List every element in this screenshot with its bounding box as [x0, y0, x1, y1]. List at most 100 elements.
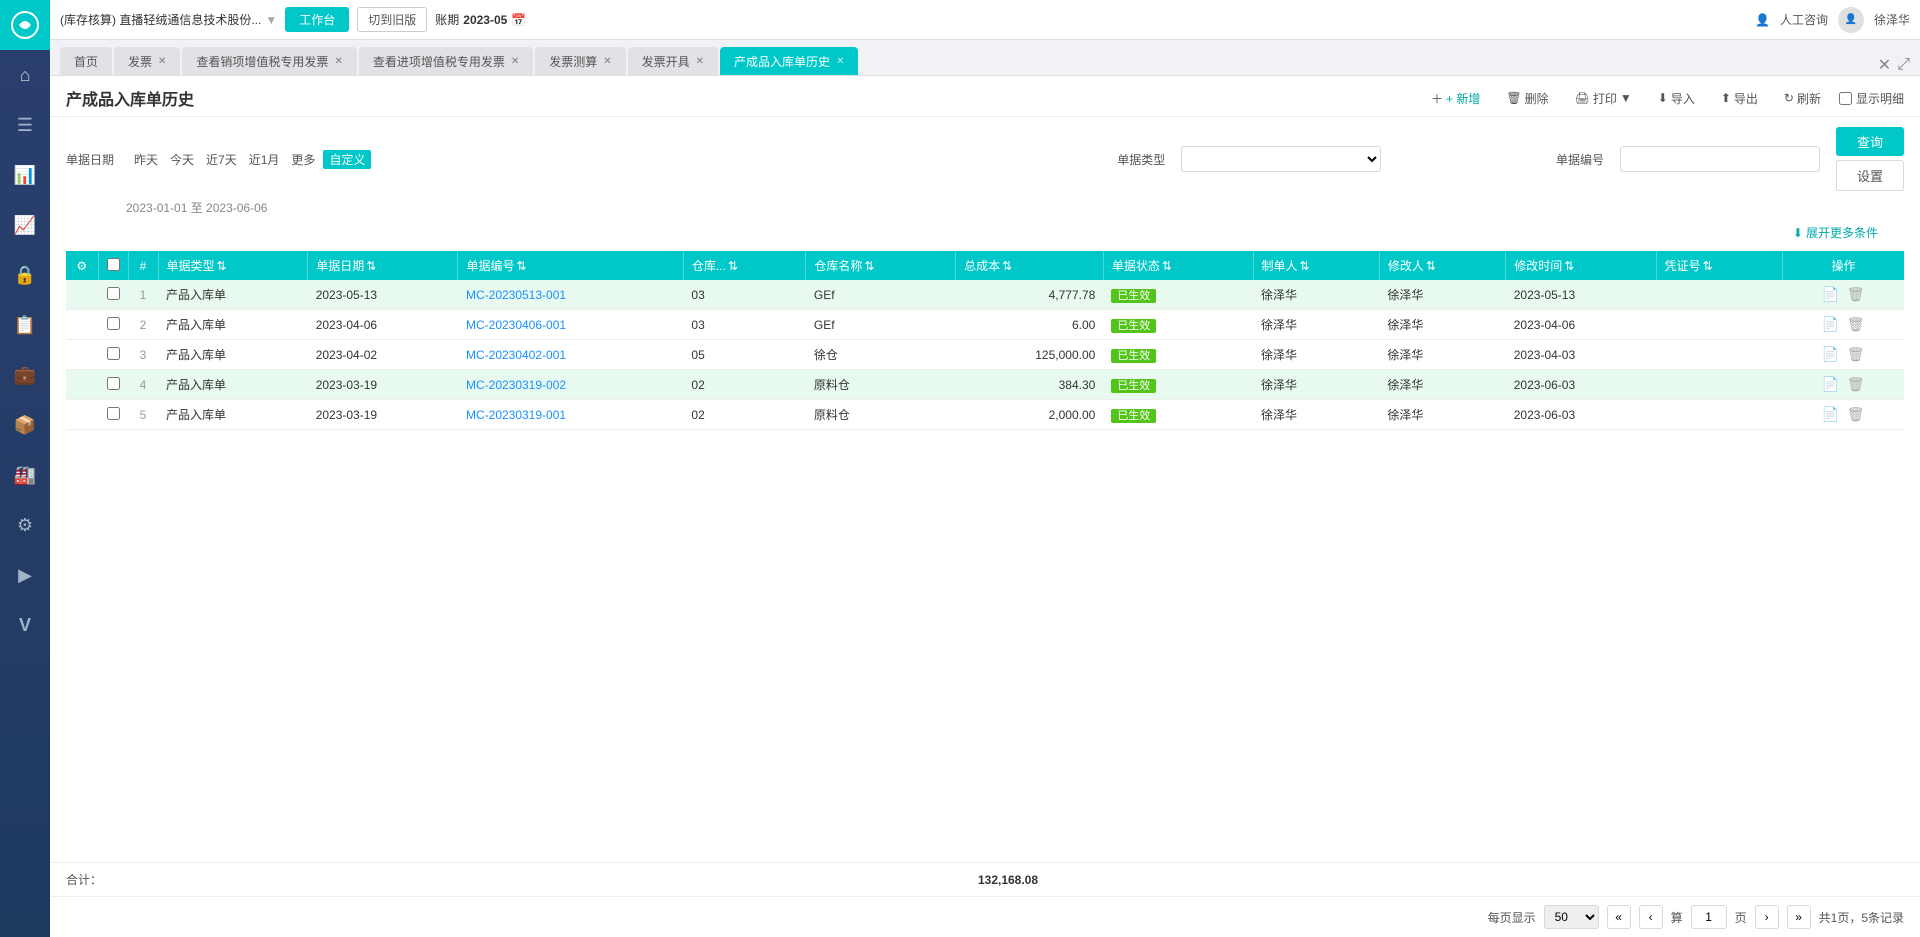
last-page-button[interactable]: » — [1787, 905, 1811, 929]
select-all-checkbox[interactable] — [107, 258, 120, 271]
col-voucher-no[interactable]: 凭证号⇅ — [1656, 251, 1782, 280]
export-button[interactable]: ⬆ 导出 — [1713, 87, 1766, 110]
show-detail-checkbox[interactable] — [1839, 92, 1852, 105]
row-doc-no-1[interactable]: MC-20230513-001 — [458, 280, 683, 310]
row-voucher-no-4 — [1656, 370, 1782, 400]
shortcut-custom[interactable]: 自定义 — [323, 150, 371, 169]
sidebar-item-lock[interactable]: 🔒 — [0, 250, 50, 300]
row-doc-no-2[interactable]: MC-20230406-001 — [458, 310, 683, 340]
col-modifier[interactable]: 修改人⇅ — [1379, 251, 1505, 280]
row-checkbox-2[interactable] — [107, 317, 120, 330]
row-delete-icon-2[interactable]: 🗑 — [1847, 316, 1865, 332]
app-logo — [0, 0, 50, 50]
shortcut-yesterday[interactable]: 昨天 — [130, 150, 162, 169]
tab-sales-invoice[interactable]: 查看销项增值税专用发票 ✕ — [182, 47, 356, 75]
sidebar-item-business[interactable]: 💼 — [0, 350, 50, 400]
tab-purchase-invoice-close[interactable]: ✕ — [511, 56, 519, 67]
import-button[interactable]: ⬇ 导入 — [1650, 87, 1703, 110]
doc-type-select[interactable] — [1181, 146, 1381, 172]
row-edit-icon-3[interactable]: 📄 — [1822, 346, 1839, 362]
tab-sales-invoice-close[interactable]: ✕ — [334, 56, 342, 67]
refresh-button[interactable]: ↻ 刷新 — [1776, 87, 1829, 110]
sidebar-item-settings[interactable]: ⚙ — [0, 500, 50, 550]
row-delete-icon-4[interactable]: 🗑 — [1847, 376, 1865, 392]
per-page-select[interactable]: 50 100 200 — [1544, 905, 1599, 929]
col-settings[interactable]: ⚙ — [66, 251, 98, 280]
row-delete-icon-5[interactable]: 🗑 — [1847, 406, 1865, 422]
tab-invoice-label: 发票 — [128, 53, 152, 70]
shortcut-1month[interactable]: 近1月 — [245, 150, 284, 169]
col-doc-date[interactable]: 单据日期⇅ — [308, 251, 458, 280]
sidebar-item-play[interactable]: ▶ — [0, 550, 50, 600]
print-button[interactable]: 🖨 打印 ▼ — [1567, 87, 1640, 110]
sidebar-item-doc[interactable]: 📋 — [0, 300, 50, 350]
col-doc-no[interactable]: 单据编号⇅ — [458, 251, 683, 280]
shortcut-7days[interactable]: 近7天 — [202, 150, 241, 169]
tab-invoice-calc-close[interactable]: ✕ — [603, 56, 611, 67]
row-edit-icon-1[interactable]: 📄 — [1822, 286, 1839, 302]
first-page-button[interactable]: « — [1607, 905, 1631, 929]
sidebar-item-analysis[interactable]: 📈 — [0, 200, 50, 250]
tab-invoice-issue[interactable]: 发票开具 ✕ — [628, 47, 718, 75]
row-num-1: 1 — [128, 280, 158, 310]
row-modify-time-5: 2023-06-03 — [1506, 400, 1656, 430]
sidebar-item-production[interactable]: 🏭 — [0, 450, 50, 500]
sidebar-item-home[interactable]: ⌂ — [0, 50, 50, 100]
tab-purchase-invoice[interactable]: 查看进项增值税专用发票 ✕ — [359, 47, 533, 75]
sidebar-item-menu[interactable]: ☰ — [0, 100, 50, 150]
tab-home[interactable]: 首页 — [60, 47, 112, 75]
col-modify-time[interactable]: 修改时间⇅ — [1506, 251, 1656, 280]
row-warehouse-name-1: GEf — [806, 280, 956, 310]
expand-conditions-button[interactable]: ⬇ 展开更多条件 — [1793, 224, 1878, 241]
tab-close-all-icon[interactable]: ✕ — [1878, 55, 1891, 75]
row-edit-icon-2[interactable]: 📄 — [1822, 316, 1839, 332]
row-doc-no-3[interactable]: MC-20230402-001 — [458, 340, 683, 370]
row-delete-icon-1[interactable]: 🗑 — [1847, 286, 1865, 302]
set-button[interactable]: 设置 — [1836, 160, 1904, 191]
company-dropdown-icon[interactable]: ▼ — [265, 13, 277, 27]
row-checkbox-3[interactable] — [107, 347, 120, 360]
row-checkbox-5[interactable] — [107, 407, 120, 420]
row-delete-icon-3[interactable]: 🗑 — [1847, 346, 1865, 362]
next-page-button[interactable]: › — [1755, 905, 1779, 929]
col-total-cost[interactable]: 总成本⇅ — [956, 251, 1104, 280]
tab-invoice-issue-close[interactable]: ✕ — [696, 56, 704, 67]
page-number-input[interactable] — [1691, 905, 1727, 929]
shortcut-more[interactable]: 更多 — [287, 150, 319, 169]
tab-expand-icon[interactable]: ⤢ — [1897, 56, 1910, 74]
tab-product-history[interactable]: 产成品入库单历史 ✕ — [720, 47, 858, 75]
tab-invoice-close[interactable]: ✕ — [158, 56, 166, 67]
sidebar-item-v[interactable]: V — [0, 600, 50, 650]
sidebar-item-warehouse[interactable]: 📦 — [0, 400, 50, 450]
doc-no-input[interactable] — [1620, 146, 1820, 172]
tab-invoice-calc[interactable]: 发票测算 ✕ — [535, 47, 625, 75]
col-doc-status[interactable]: 单据状态⇅ — [1103, 251, 1253, 280]
row-action-4: 📄 🗑 — [1782, 370, 1904, 400]
delete-button[interactable]: 🗑 删除 — [1498, 87, 1556, 110]
new-button[interactable]: ＋ + 新增 — [1423, 87, 1488, 110]
row-doc-no-4[interactable]: MC-20230319-002 — [458, 370, 683, 400]
top-bar: (库存核算) 直播轻绒通信息技术股份... ▼ 工作台 切到旧版 账期 2023… — [50, 0, 1920, 40]
shortcut-today[interactable]: 今天 — [166, 150, 198, 169]
col-creator[interactable]: 制单人⇅ — [1253, 251, 1379, 280]
query-button[interactable]: 查询 — [1836, 127, 1904, 156]
row-checkbox-1[interactable] — [107, 287, 120, 300]
prev-page-button[interactable]: ‹ — [1639, 905, 1663, 929]
row-voucher-no-1 — [1656, 280, 1782, 310]
col-warehouse-code[interactable]: 仓库...⇅ — [683, 251, 806, 280]
company-name: (库存核算) 直播轻绒通信息技术股份... ▼ — [60, 11, 277, 28]
row-edit-icon-5[interactable]: 📄 — [1822, 406, 1839, 422]
tab-product-history-close[interactable]: ✕ — [836, 56, 844, 67]
tab-invoice[interactable]: 发票 ✕ — [114, 47, 180, 75]
calendar-icon[interactable]: 📅 — [511, 13, 526, 27]
col-doc-type[interactable]: 单据类型⇅ — [158, 251, 308, 280]
workbench-button[interactable]: 工作台 — [285, 7, 349, 32]
col-warehouse-name[interactable]: 仓库名称⇅ — [806, 251, 956, 280]
row-checkbox-4[interactable] — [107, 377, 120, 390]
row-doc-date-1: 2023-05-13 — [308, 280, 458, 310]
row-modifier-1: 徐泽华 — [1379, 280, 1505, 310]
sidebar-item-report[interactable]: 📊 — [0, 150, 50, 200]
switch-version-button[interactable]: 切到旧版 — [357, 7, 427, 32]
row-edit-icon-4[interactable]: 📄 — [1822, 376, 1839, 392]
row-doc-no-5[interactable]: MC-20230319-001 — [458, 400, 683, 430]
